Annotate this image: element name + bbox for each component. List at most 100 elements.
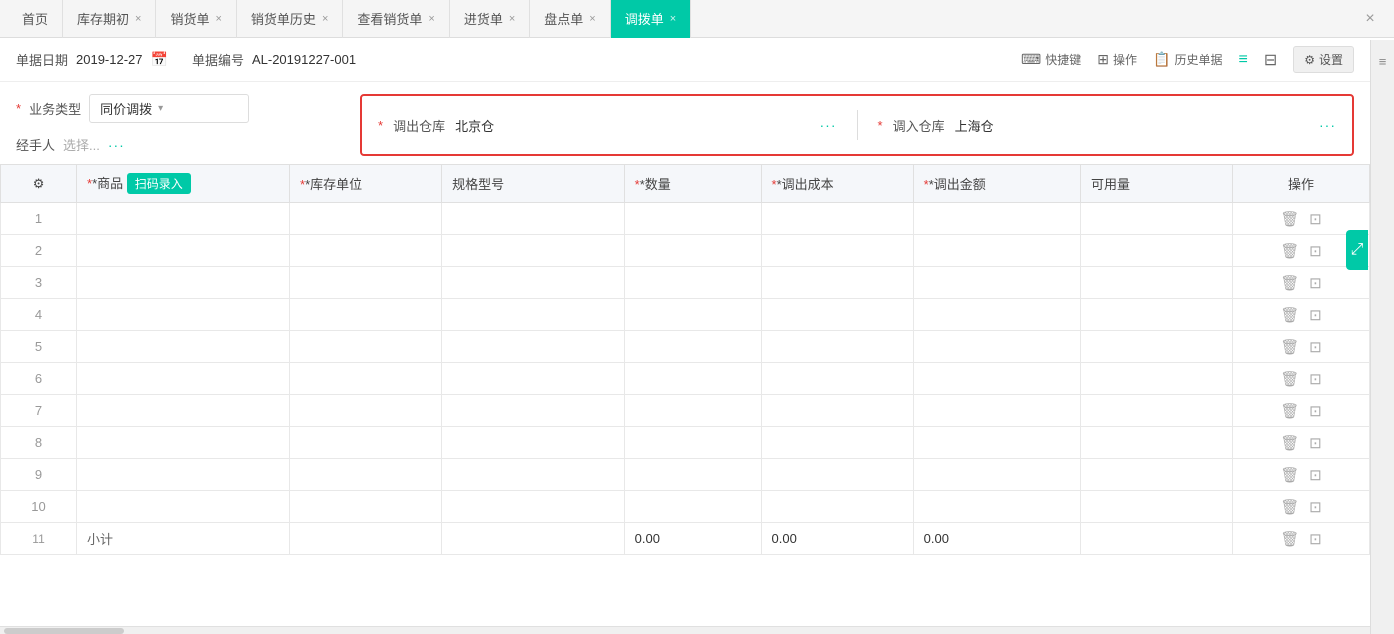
calendar-icon[interactable]: 📅 <box>151 51 168 68</box>
row-11-cost[interactable]: 0.00 <box>761 523 913 555</box>
row-2-amount[interactable] <box>913 235 1080 267</box>
row-1-qty[interactable] <box>624 203 761 235</box>
copy-icon-1[interactable]: ⊡ <box>1309 211 1322 228</box>
row-9-avail[interactable] <box>1080 459 1232 491</box>
row-2-avail[interactable] <box>1080 235 1232 267</box>
window-close-button[interactable]: × <box>1354 3 1386 35</box>
row-4-unit[interactable] <box>290 299 442 331</box>
row-10-unit[interactable] <box>290 491 442 523</box>
dest-warehouse-value[interactable]: 上海仓 <box>955 116 1309 135</box>
copy-icon-7[interactable]: ⊡ <box>1309 403 1322 420</box>
shortcut-button[interactable]: ⌨ 快捷键 <box>1021 51 1081 68</box>
row-5-avail[interactable] <box>1080 331 1232 363</box>
row-9-spec[interactable] <box>442 459 625 491</box>
copy-icon-4[interactable]: ⊡ <box>1309 307 1322 324</box>
copy-icon-2[interactable]: ⊡ <box>1309 243 1322 260</box>
row-5-product[interactable] <box>77 331 290 363</box>
view-toggle-grid[interactable]: ⊟ <box>1264 50 1277 70</box>
tab-close-sales[interactable]: × <box>215 13 221 25</box>
row-2-qty[interactable] <box>624 235 761 267</box>
row-6-qty[interactable] <box>624 363 761 395</box>
row-10-qty[interactable] <box>624 491 761 523</box>
row-10-cost[interactable] <box>761 491 913 523</box>
row-8-product[interactable] <box>77 427 290 459</box>
row-11-product[interactable]: 小计 <box>77 523 290 555</box>
row-1-product[interactable] <box>77 203 290 235</box>
row-4-amount[interactable] <box>913 299 1080 331</box>
row-1-spec[interactable] <box>442 203 625 235</box>
source-warehouse-more-button[interactable]: ··· <box>820 117 837 133</box>
tab-close-transfer[interactable]: × <box>670 13 676 25</box>
row-6-amount[interactable] <box>913 363 1080 395</box>
tab-inventory-init[interactable]: 库存期初 × <box>63 0 156 38</box>
person-select[interactable]: 选择... <box>63 135 100 154</box>
row-8-unit[interactable] <box>290 427 442 459</box>
row-11-qty[interactable]: 0.00 <box>624 523 761 555</box>
copy-icon-11[interactable]: ⊡ <box>1309 531 1322 548</box>
tab-sales-order[interactable]: 销货单 × <box>156 0 236 38</box>
tab-close-view-sales[interactable]: × <box>428 13 434 25</box>
row-1-avail[interactable] <box>1080 203 1232 235</box>
copy-icon-5[interactable]: ⊡ <box>1309 339 1322 356</box>
row-5-qty[interactable] <box>624 331 761 363</box>
row-9-cost[interactable] <box>761 459 913 491</box>
panel-list-icon[interactable]: ≡ <box>1379 48 1387 75</box>
row-6-avail[interactable] <box>1080 363 1232 395</box>
row-8-amount[interactable] <box>913 427 1080 459</box>
row-10-amount[interactable] <box>913 491 1080 523</box>
row-8-cost[interactable] <box>761 427 913 459</box>
row-4-spec[interactable] <box>442 299 625 331</box>
scrollbar-thumb[interactable] <box>4 628 124 634</box>
row-7-product[interactable] <box>77 395 290 427</box>
row-7-amount[interactable] <box>913 395 1080 427</box>
person-more-button[interactable]: ··· <box>108 137 125 153</box>
tab-transfer[interactable]: 调拨单 × <box>611 0 691 38</box>
horizontal-scrollbar[interactable] <box>0 626 1370 634</box>
row-1-amount[interactable] <box>913 203 1080 235</box>
row-11-avail[interactable] <box>1080 523 1232 555</box>
row-3-cost[interactable] <box>761 267 913 299</box>
copy-icon-10[interactable]: ⊡ <box>1309 499 1322 516</box>
row-11-amount[interactable]: 0.00 <box>913 523 1080 555</box>
row-2-spec[interactable] <box>442 235 625 267</box>
row-8-spec[interactable] <box>442 427 625 459</box>
row-2-unit[interactable] <box>290 235 442 267</box>
row-3-spec[interactable] <box>442 267 625 299</box>
row-7-spec[interactable] <box>442 395 625 427</box>
row-3-product[interactable] <box>77 267 290 299</box>
row-10-spec[interactable] <box>442 491 625 523</box>
tab-view-sales[interactable]: 查看销货单 × <box>343 0 449 38</box>
delete-icon-9[interactable]: 🗑 <box>1280 467 1299 484</box>
date-value[interactable]: 2019-12-27 <box>76 52 143 67</box>
delete-icon-8[interactable]: 🗑 <box>1280 435 1299 452</box>
row-9-amount[interactable] <box>913 459 1080 491</box>
row-4-product[interactable] <box>77 299 290 331</box>
row-3-qty[interactable] <box>624 267 761 299</box>
tab-sales-history[interactable]: 销货单历史 × <box>237 0 343 38</box>
row-3-unit[interactable] <box>290 267 442 299</box>
delete-icon-2[interactable]: 🗑 <box>1280 243 1299 260</box>
row-11-spec[interactable] <box>442 523 625 555</box>
tab-purchase[interactable]: 进货单 × <box>450 0 530 38</box>
row-9-unit[interactable] <box>290 459 442 491</box>
copy-icon-3[interactable]: ⊡ <box>1309 275 1322 292</box>
row-6-unit[interactable] <box>290 363 442 395</box>
row-5-unit[interactable] <box>290 331 442 363</box>
copy-icon-8[interactable]: ⊡ <box>1309 435 1322 452</box>
row-11-unit[interactable] <box>290 523 442 555</box>
dest-warehouse-more-button[interactable]: ··· <box>1319 117 1336 133</box>
copy-icon-6[interactable]: ⊡ <box>1309 371 1322 388</box>
row-7-avail[interactable] <box>1080 395 1232 427</box>
row-8-avail[interactable] <box>1080 427 1232 459</box>
delete-icon-6[interactable]: 🗑 <box>1280 371 1299 388</box>
table-gear-icon[interactable]: ⚙ <box>33 176 45 191</box>
row-5-spec[interactable] <box>442 331 625 363</box>
row-2-cost[interactable] <box>761 235 913 267</box>
row-3-amount[interactable] <box>913 267 1080 299</box>
tab-close-stocktake[interactable]: × <box>589 13 595 25</box>
row-1-unit[interactable] <box>290 203 442 235</box>
row-2-product[interactable] <box>77 235 290 267</box>
settings-button[interactable]: ⚙ 设置 <box>1293 46 1354 73</box>
tab-home[interactable]: 首页 <box>8 0 63 38</box>
delete-icon-5[interactable]: 🗑 <box>1280 339 1299 356</box>
